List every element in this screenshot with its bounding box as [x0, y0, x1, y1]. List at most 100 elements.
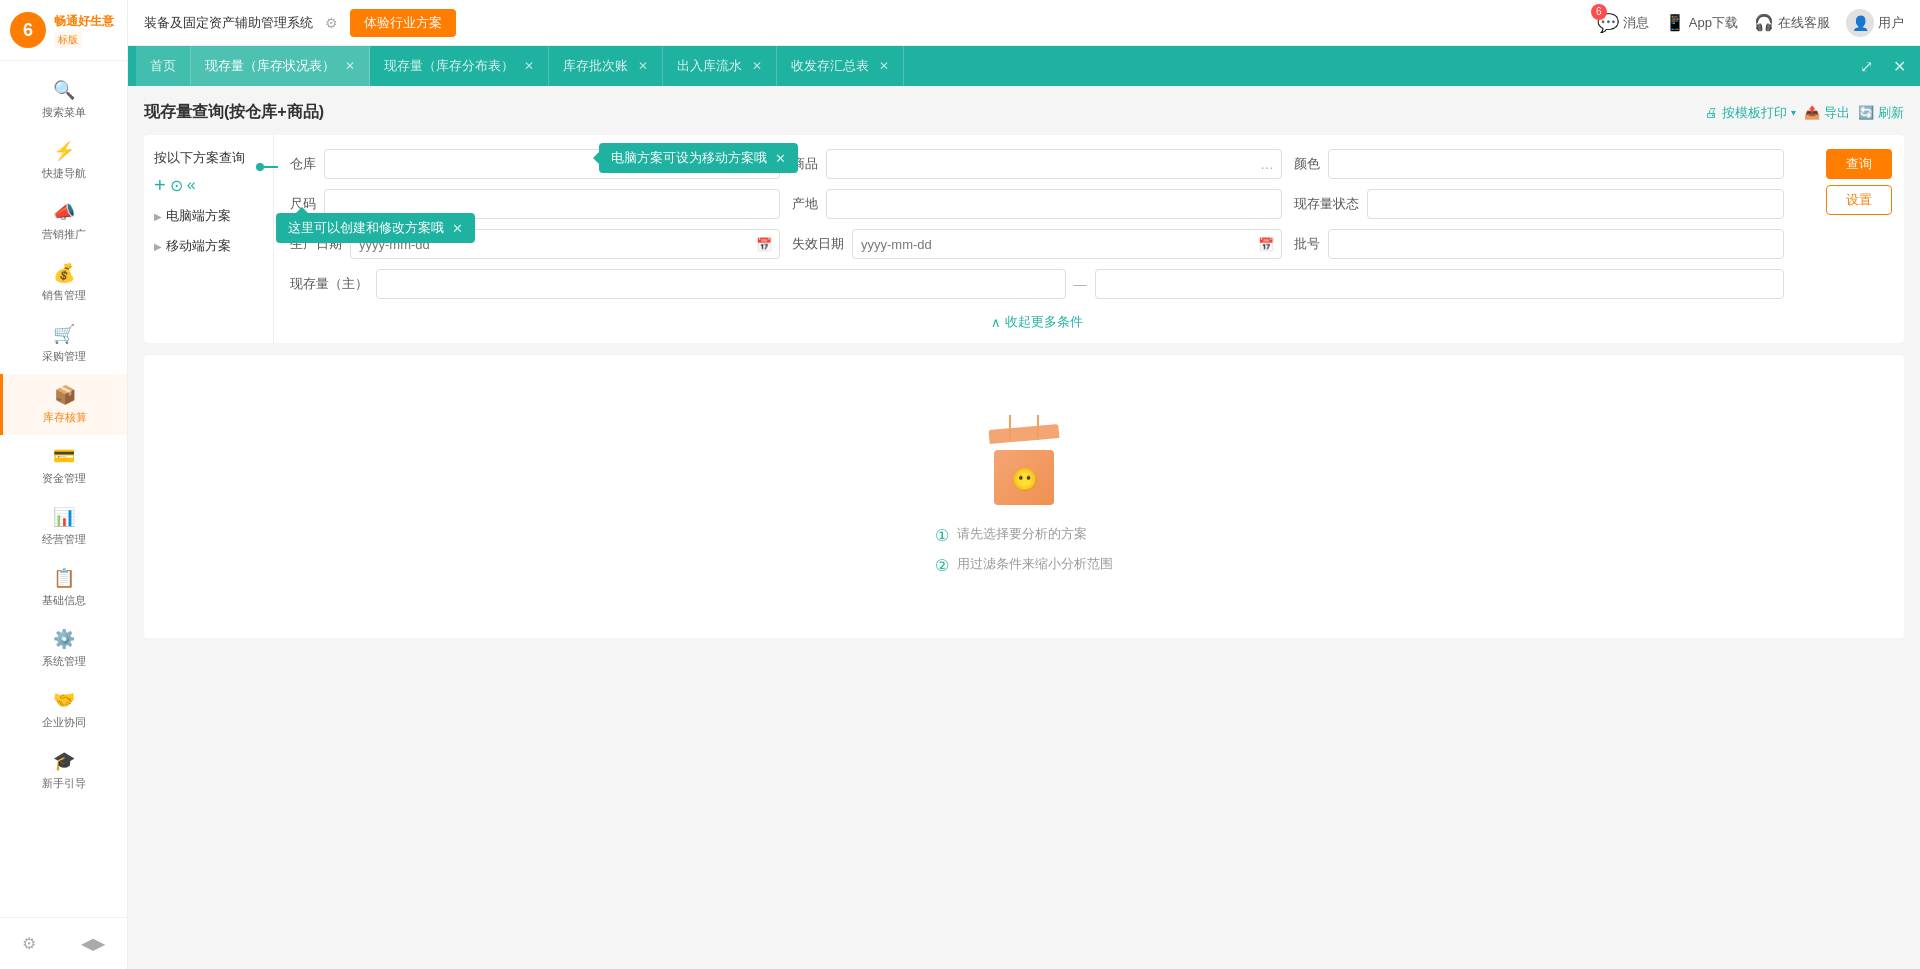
results-area: 😶 ① 请先选择要分析的方案 ② 用过滤条件来缩小分析范围: [144, 355, 1904, 638]
message-icon-wrapper: 💬 6: [1597, 12, 1619, 34]
gear-icon: ⚙️: [53, 628, 75, 650]
stock-status-select[interactable]: [1367, 189, 1784, 219]
origin-field: 产地: [792, 189, 1282, 219]
tab-batch-ledger-label: 库存批次账: [563, 57, 628, 75]
stock-status-field: 现存量状态: [1294, 189, 1784, 219]
batch-field: 批号: [1294, 229, 1784, 259]
tab-fullscreen-icon[interactable]: ⤢: [1854, 57, 1879, 76]
tab-close-all-icon[interactable]: ✕: [1887, 57, 1912, 76]
goods-input[interactable]: [826, 149, 1282, 179]
stock-main-max-input[interactable]: [1095, 269, 1785, 299]
calendar-icon-1[interactable]: 📅: [756, 237, 772, 252]
experience-button[interactable]: 体验行业方案: [350, 9, 456, 37]
tab-summary[interactable]: 收发存汇总表 ✕: [777, 46, 904, 86]
calendar-icon-2[interactable]: 📅: [1258, 237, 1274, 252]
empty-state: 😶 ① 请先选择要分析的方案 ② 用过滤条件来缩小分析范围: [935, 415, 1113, 578]
tab-batch-ledger[interactable]: 库存批次账 ✕: [549, 46, 663, 86]
color-label: 颜色: [1294, 155, 1320, 173]
scheme-dot-connector: [256, 163, 264, 171]
filter-query-title: 按以下方案查询: [144, 143, 273, 173]
sidebar-item-management[interactable]: 📊 经营管理: [0, 496, 127, 557]
tooltip-scheme-mobile-text: 电脑方案可设为移动方案哦: [611, 149, 767, 167]
logo-area: 6 畅通好生意 标版: [0, 0, 127, 61]
batch-input[interactable]: [1328, 229, 1784, 259]
color-select[interactable]: [1328, 149, 1784, 179]
tab-inventory-status-close[interactable]: ✕: [345, 59, 355, 73]
chevron-right-icon-2: ▶: [154, 241, 162, 252]
logo-text: 畅通好生意 标版: [54, 13, 114, 48]
tab-inout-flow[interactable]: 出入库流水 ✕: [663, 46, 777, 86]
sidebar-item-enterprise[interactable]: 🤝 企业协同: [0, 679, 127, 740]
export-icon: 📤: [1804, 105, 1820, 120]
sidebar-nav: 🔍 搜索菜单 ⚡ 快捷导航 📣 营销推广 💰 销售管理 🛒 采购管理 📦 库存核…: [0, 61, 127, 917]
tooltip-1-close[interactable]: ✕: [775, 151, 786, 166]
tab-inout-flow-close[interactable]: ✕: [752, 59, 762, 73]
back-scheme-button[interactable]: «: [187, 176, 196, 194]
expiry-date-field: 失效日期 📅: [792, 229, 1282, 259]
step-1: ① 请先选择要分析的方案: [935, 525, 1113, 547]
settings-bottom-icon[interactable]: ⚙: [18, 930, 40, 957]
tab-home[interactable]: 首页: [136, 46, 191, 86]
settings-icon[interactable]: ⚙: [325, 15, 338, 31]
app-download-label: App下载: [1689, 14, 1738, 32]
cart-icon: 🛒: [53, 323, 75, 345]
tab-inventory-distribution-close[interactable]: ✕: [524, 59, 534, 73]
message-label: 消息: [1623, 14, 1649, 32]
scheme-sidebar: 按以下方案查询 + ⊙ « ▶ 电脑端方案 ▶ 移动端方案: [144, 135, 274, 343]
flash-icon: ⚡: [53, 140, 75, 162]
app-download-item[interactable]: 📱 App下载: [1665, 13, 1738, 32]
origin-select[interactable]: [826, 189, 1282, 219]
user-item[interactable]: 👤 用户: [1846, 9, 1904, 37]
export-button[interactable]: 📤 导出: [1804, 104, 1850, 122]
stock-main-min-input[interactable]: [376, 269, 1066, 299]
sidebar-item-purchase[interactable]: 🛒 采购管理: [0, 313, 127, 374]
tab-home-label: 首页: [150, 57, 176, 75]
goods-input-wrapper: …: [826, 149, 1282, 179]
tab-inventory-distribution-label: 现存量（库存分布表）: [384, 57, 514, 75]
tooltip-arrow-2: [296, 207, 308, 213]
sidebar-item-sales[interactable]: 💰 销售管理: [0, 252, 127, 313]
chevron-down-icon: ▾: [1791, 107, 1796, 118]
sidebar: 6 畅通好生意 标版 🔍 搜索菜单 ⚡ 快捷导航 📣 营销推广 💰 销售管理 🛒…: [0, 0, 128, 969]
expiry-date-label: 失效日期: [792, 235, 844, 253]
tab-inventory-distribution[interactable]: 现存量（库存分布表） ✕: [370, 46, 549, 86]
message-item[interactable]: 💬 6 消息: [1597, 12, 1649, 34]
refresh-button[interactable]: 🔄 刷新: [1858, 104, 1904, 122]
card-icon: 💳: [53, 445, 75, 467]
sidebar-item-guide[interactable]: 🎓 新手引导: [0, 740, 127, 801]
template-print-button[interactable]: 🖨 按模板打印 ▾: [1705, 104, 1796, 122]
collapse-button[interactable]: ∧ 收起更多条件: [991, 313, 1083, 331]
graduation-icon: 🎓: [53, 750, 75, 772]
box-rope-1: [1009, 415, 1011, 440]
sidebar-item-search[interactable]: 🔍 搜索菜单: [0, 69, 127, 130]
copy-scheme-button[interactable]: ⊙: [170, 176, 183, 195]
sidebar-item-marketing[interactable]: 📣 营销推广: [0, 191, 127, 252]
reset-button[interactable]: 设置: [1826, 185, 1892, 215]
sidebar-item-basic[interactable]: 📋 基础信息: [0, 557, 127, 618]
tooltip-2-close[interactable]: ✕: [452, 221, 463, 236]
search-button[interactable]: 查询: [1826, 149, 1892, 179]
logo-icon: 6: [10, 12, 46, 48]
add-scheme-button[interactable]: +: [154, 175, 166, 195]
collapse-sidebar-icon[interactable]: ◀▶: [77, 930, 109, 957]
step-2-number: ②: [935, 555, 949, 577]
main-content: 现存量查询(按仓库+商品) 🖨 按模板打印 ▾ 📤 导出 🔄 刷新 按以下方案查…: [128, 86, 1920, 969]
sidebar-item-finance[interactable]: 💳 资金管理: [0, 435, 127, 496]
tab-summary-close[interactable]: ✕: [879, 59, 889, 73]
online-support-item[interactable]: 🎧 在线客服: [1754, 13, 1830, 32]
tab-batch-ledger-close[interactable]: ✕: [638, 59, 648, 73]
expiry-date-wrapper: 📅: [852, 229, 1282, 259]
sidebar-item-inventory[interactable]: 📦 库存核算: [0, 374, 127, 435]
expiry-date-input[interactable]: [852, 229, 1282, 259]
sidebar-item-system[interactable]: ⚙️ 系统管理: [0, 618, 127, 679]
scheme-mobile-toggle[interactable]: ▶ 移动端方案: [144, 233, 273, 259]
money-icon: 💰: [53, 262, 75, 284]
list-icon: 📋: [53, 567, 75, 589]
user-avatar: 👤: [1846, 9, 1874, 37]
tab-inventory-status[interactable]: 现存量（库存状况表） ✕: [191, 46, 370, 86]
scheme-desktop-toggle[interactable]: ▶ 电脑端方案: [144, 203, 273, 229]
sidebar-bottom: ⚙ ◀▶: [0, 917, 127, 969]
goods-dots-icon[interactable]: …: [1260, 156, 1274, 172]
message-badge: 6: [1591, 4, 1607, 20]
sidebar-item-shortcut[interactable]: ⚡ 快捷导航: [0, 130, 127, 191]
